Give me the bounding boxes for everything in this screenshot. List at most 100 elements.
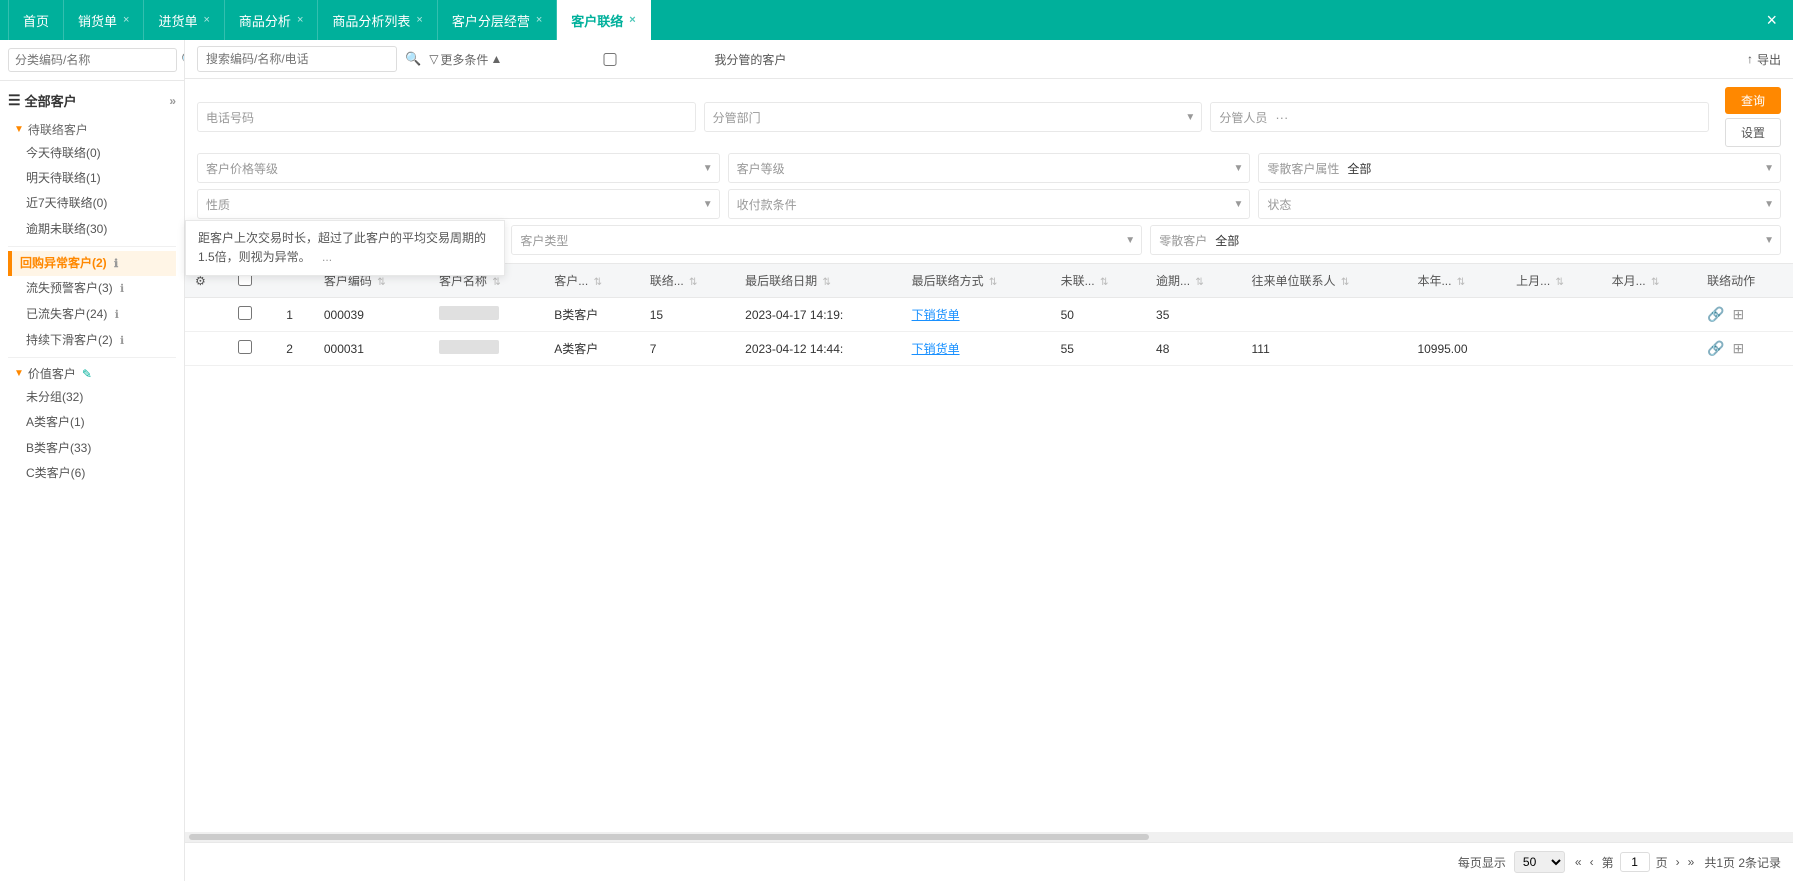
row1-grid-icon[interactable]: ⊞ [1733,306,1745,323]
row2-name[interactable] [429,332,544,366]
contacts-person-sort-icon: ⇅ [1341,277,1349,288]
row2-link-icon[interactable]: 🔗 [1707,340,1724,357]
col-this-year[interactable]: 本年... ⇅ [1407,264,1506,298]
settings-btn[interactable]: 设置 [1725,118,1781,147]
row1-name[interactable] [429,298,544,332]
nav-tab-home[interactable]: 首页 [8,0,64,40]
close-analysis-list-tab[interactable]: × [416,14,422,26]
row1-action-icons: 🔗 ⊞ [1707,306,1783,323]
horizontal-scrollbar[interactable] [185,832,1793,842]
churn-warning-icon[interactable]: ℹ [120,283,124,295]
row2-this-month [1602,332,1697,366]
sidebar-item-churned[interactable]: 已流失客户(24) ℹ [8,302,176,328]
col-contact[interactable]: 联络... ⇅ [640,264,735,298]
sidebar-item-churn-warning[interactable]: 流失预警客户(3) ℹ [8,276,176,302]
value-edit-icon[interactable]: ✎ [82,367,92,381]
col-last-method[interactable]: 最后联络方式 ⇅ [902,264,1051,298]
col-last-date[interactable]: 最后联络日期 ⇅ [735,264,901,298]
filter-price-level[interactable]: 客户价格等级 ▼ [197,153,720,183]
row2-checkbox[interactable] [228,332,276,366]
sidebar-search-input[interactable] [8,48,177,72]
export-btn[interactable]: ↑ 导出 [1747,51,1781,68]
row2-select-checkbox[interactable] [238,340,252,354]
col-overdue[interactable]: 逾期... ⇅ [1146,264,1241,298]
row2-overdue: 48 [1146,332,1241,366]
close-customer-contact-tab[interactable]: × [629,14,635,26]
sidebar-item-today[interactable]: 今天待联络(0) [8,141,176,166]
nav-tab-analysis[interactable]: 商品分析 × [225,0,318,40]
search-input[interactable] [197,46,397,72]
churned-icon[interactable]: ℹ [115,309,119,321]
pending-contact-group: ▼ 待联络客户 今天待联络(0) 明天待联络(1) 近7天待联络(0) 逾期未联… [8,118,176,242]
per-page-select[interactable]: 50 10 20 100 [1514,851,1565,873]
col-last-month[interactable]: 上月... ⇅ [1506,264,1601,298]
filter-customer-level[interactable]: 客户等级 ▼ [728,153,1251,183]
close-customer-seg-tab[interactable]: × [536,14,542,26]
close-all-tabs[interactable]: × [1758,10,1785,31]
last-page-btn[interactable]: » [1686,855,1697,869]
nav-tab-purchase[interactable]: 进货单 × [144,0,224,40]
row1-checkbox[interactable] [228,298,276,332]
sidebar-item-ungrouped[interactable]: 未分组(32) [8,385,176,410]
close-sales-tab[interactable]: × [123,14,129,26]
row1-name-avatar [439,306,499,320]
sidebar-item-repurchase[interactable]: 回购异常客户(2) ℹ [8,251,176,277]
col-type[interactable]: 客户... ⇅ [544,264,639,298]
col-unread[interactable]: 未联... ⇅ [1051,264,1146,298]
prev-page-btn[interactable]: ‹ [1588,855,1596,869]
value-arrow: ▼ [14,368,24,379]
sidebar-item-class-b[interactable]: B类客户(33) [8,436,176,461]
filter-phone[interactable]: 电话号码 [197,102,696,132]
row1-contact: 15 [640,298,735,332]
filter-customer-type[interactable]: 客户类型 ▼ [511,225,1142,255]
repurchase-info-icon[interactable]: ℹ [114,258,118,270]
row2-grid-icon[interactable]: ⊞ [1733,340,1745,357]
nav-tab-analysis-list[interactable]: 商品分析列表 × [318,0,437,40]
sidebar-item-overdue[interactable]: 逾期未联络(30) [8,217,176,242]
col-contacts-person[interactable]: 往来单位联系人 ⇅ [1242,264,1408,298]
sidebar-item-class-c[interactable]: C类客户(6) [8,461,176,486]
customer-table: ⚙ 客户编码 ⇅ 客户名称 ⇅ [185,264,1793,366]
filter-dept[interactable]: 分管部门 ▼ [704,102,1203,132]
sidebar-item-class-a[interactable]: A类客户(1) [8,410,176,435]
filter-nature[interactable]: 性质 ▼ [197,189,720,219]
nav-tab-customer-seg[interactable]: 客户分层经营 × [438,0,557,40]
close-analysis-tab[interactable]: × [297,14,303,26]
filter-search-icon[interactable]: 🔍 [405,51,421,67]
filter-retail-customer[interactable]: 零散客户 全部 ▼ [1150,225,1781,255]
close-purchase-tab[interactable]: × [203,14,209,26]
filter-retail-attr[interactable]: 零散客户属性 全部 ▼ [1258,153,1781,183]
sidebar-item-7days[interactable]: 近7天待联络(0) [8,191,176,216]
tooltip-dots[interactable]: ... [322,250,332,264]
footer-bar: 每页显示 50 10 20 100 « ‹ 第 页 › » 共1页 2条记录 [185,842,1793,881]
nav-tab-sales[interactable]: 销货单 × [64,0,144,40]
declining-icon[interactable]: ℹ [120,335,124,347]
all-customers-header[interactable]: ☰ 全部客户 » [8,87,176,114]
row1-select-checkbox[interactable] [238,306,252,320]
scroll-thumb[interactable] [189,834,1149,840]
sidebar-item-tomorrow[interactable]: 明天待联络(1) [8,166,176,191]
query-btn[interactable]: 查询 [1725,87,1781,114]
row1-unread: 50 [1051,298,1146,332]
first-page-btn[interactable]: « [1573,855,1584,869]
row1-index: 1 [276,298,314,332]
value-group-header[interactable]: ▼ 价值客户 ✎ [8,362,176,385]
row1-link-icon[interactable]: 🔗 [1707,306,1724,323]
next-page-btn[interactable]: › [1674,855,1682,869]
pending-group-title[interactable]: ▼ 待联络客户 [8,118,176,141]
sidebar-collapse-btn[interactable]: » [169,94,176,108]
filter-status[interactable]: 状态 ▼ [1258,189,1781,219]
nav-tab-customer-contact[interactable]: 客户联络 × [557,0,650,40]
row1-last-method[interactable]: 下销货单 [902,298,1051,332]
my-customers-checkbox[interactable] [510,53,710,66]
row1-action: 🔗 ⊞ [1697,298,1793,332]
row2-last-method[interactable]: 下销货单 [902,332,1051,366]
filter-manager[interactable]: 分管人员 ··· [1210,102,1709,132]
filter-payment[interactable]: 收付款条件 ▼ [728,189,1251,219]
col-this-month[interactable]: 本月... ⇅ [1602,264,1697,298]
row1-settings [185,298,228,332]
page-input[interactable] [1620,852,1650,872]
manager-more-btn[interactable]: ··· [1275,110,1288,125]
sidebar-item-declining[interactable]: 持续下滑客户(2) ℹ [8,328,176,354]
more-conditions-btn[interactable]: ▽ 更多条件 ▲ [429,51,502,68]
